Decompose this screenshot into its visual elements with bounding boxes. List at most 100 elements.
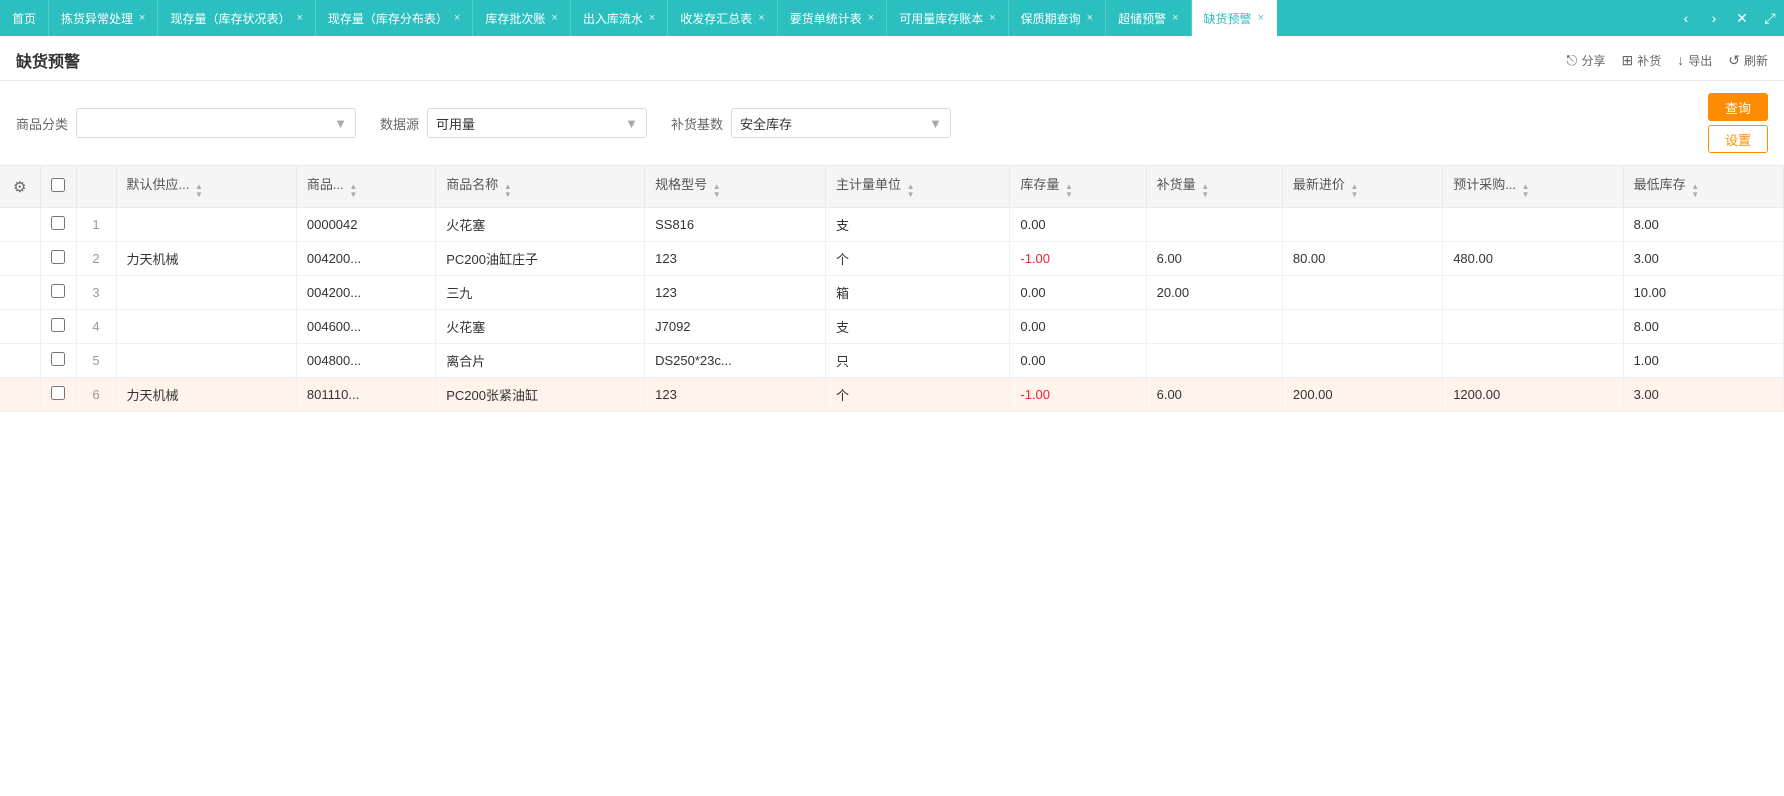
row-min-stock: 10.00	[1623, 276, 1783, 310]
row-checkbox-cell[interactable]	[40, 276, 76, 310]
close-icon[interactable]: ×	[1172, 12, 1178, 24]
page-title: 缺货预警	[16, 48, 80, 72]
tab-inout-flow[interactable]: 出入库流水 ×	[571, 0, 668, 36]
column-product-code[interactable]: 商品... ▲▼	[296, 166, 435, 208]
row-min-stock: 3.00	[1623, 242, 1783, 276]
tab-overstock-warning[interactable]: 超储预警 ×	[1106, 0, 1191, 36]
table-row: 1 0000042 火花塞 SS816 支 0.00 8.00	[0, 208, 1784, 242]
column-product-name[interactable]: 商品名称 ▲▼	[436, 166, 645, 208]
tab-requisition-stats[interactable]: 要货单统计表 ×	[778, 0, 887, 36]
replenish-button[interactable]: ⊞ 补货	[1621, 52, 1661, 69]
export-icon: ↓	[1677, 52, 1684, 68]
close-icon[interactable]: ×	[139, 12, 145, 24]
select-all-checkbox[interactable]	[51, 178, 65, 192]
row-estimated-purchase	[1443, 276, 1623, 310]
refresh-icon: ↺	[1728, 52, 1740, 69]
tab-stock-status[interactable]: 现存量（库存状况表） ×	[158, 0, 315, 36]
row-min-stock: 8.00	[1623, 208, 1783, 242]
row-stock: 0.00	[1010, 208, 1146, 242]
close-icon[interactable]: ×	[1087, 12, 1093, 24]
row-checkbox[interactable]	[51, 318, 65, 332]
query-button[interactable]: 查询	[1708, 93, 1768, 121]
row-checkbox[interactable]	[51, 284, 65, 298]
row-unit: 个	[825, 242, 1009, 276]
row-checkbox[interactable]	[51, 250, 65, 264]
sort-arrows-icon: ▲▼	[1522, 183, 1530, 199]
filter-row: 商品分类 ▼ 数据源 可用量 ▼ 补货基数 安全库存 ▼ 查询 设置	[0, 81, 1784, 166]
tab-batch-account[interactable]: 库存批次账 ×	[473, 0, 570, 36]
row-spec: SS816	[645, 208, 826, 242]
row-unit: 个	[825, 378, 1009, 412]
refresh-button[interactable]: ↺ 刷新	[1728, 52, 1768, 69]
category-label: 商品分类	[16, 114, 68, 133]
sort-arrows-icon: ▲▼	[1350, 183, 1358, 199]
tab-home[interactable]: 首页	[0, 0, 49, 36]
column-settings[interactable]: ⚙	[0, 166, 40, 208]
datasource-select[interactable]: 可用量 ▼	[427, 108, 647, 138]
row-checkbox[interactable]	[51, 216, 65, 230]
datasource-value: 可用量	[436, 114, 475, 133]
row-checkbox-cell[interactable]	[40, 310, 76, 344]
tab-expiry-query[interactable]: 保质期查询 ×	[1009, 0, 1106, 36]
sort-arrows-icon: ▲▼	[713, 183, 721, 199]
row-stock: -1.00	[1010, 378, 1146, 412]
close-icon[interactable]: ×	[758, 12, 764, 24]
row-checkbox-cell[interactable]	[40, 344, 76, 378]
row-min-stock: 1.00	[1623, 344, 1783, 378]
table-body: 1 0000042 火花塞 SS816 支 0.00 8.00 2 力天机械 0…	[0, 208, 1784, 412]
column-unit[interactable]: 主计量单位 ▲▼	[825, 166, 1009, 208]
column-min-stock[interactable]: 最低库存 ▲▼	[1623, 166, 1783, 208]
row-product-code: 004800...	[296, 344, 435, 378]
row-min-stock: 8.00	[1623, 310, 1783, 344]
row-min-stock: 3.00	[1623, 378, 1783, 412]
column-latest-price[interactable]: 最新进价 ▲▼	[1282, 166, 1442, 208]
replenish-basis-select[interactable]: 安全库存 ▼	[731, 108, 951, 138]
row-number: 6	[76, 378, 116, 412]
settings-button[interactable]: 设置	[1708, 125, 1768, 153]
column-stock[interactable]: 库存量 ▲▼	[1010, 166, 1146, 208]
column-checkbox[interactable]	[40, 166, 76, 208]
row-unit: 只	[825, 344, 1009, 378]
column-spec[interactable]: 规格型号 ▲▼	[645, 166, 826, 208]
tab-available-ledger[interactable]: 可用量库存账本 ×	[887, 0, 1008, 36]
close-icon[interactable]: ×	[296, 12, 302, 24]
row-estimated-purchase: 480.00	[1443, 242, 1623, 276]
row-latest-price	[1282, 310, 1442, 344]
tab-next-button[interactable]: ›	[1700, 0, 1728, 36]
gear-icon[interactable]: ⚙	[13, 179, 26, 196]
tab-prev-button[interactable]: ‹	[1672, 0, 1700, 36]
tab-receive-summary[interactable]: 收发存汇总表 ×	[668, 0, 777, 36]
row-number: 4	[76, 310, 116, 344]
tab-maximize-button[interactable]: ⤢	[1756, 0, 1784, 36]
row-settings-cell	[0, 378, 40, 412]
close-icon[interactable]: ×	[1258, 12, 1264, 24]
close-icon[interactable]: ×	[454, 12, 460, 24]
column-replenish-qty[interactable]: 补货量 ▲▼	[1146, 166, 1282, 208]
row-spec: J7092	[645, 310, 826, 344]
row-supplier	[116, 310, 296, 344]
row-checkbox[interactable]	[51, 352, 65, 366]
close-icon[interactable]: ×	[551, 12, 557, 24]
filter-datasource-group: 数据源 可用量 ▼	[380, 108, 647, 138]
row-product-code: 004600...	[296, 310, 435, 344]
column-estimated-purchase[interactable]: 预计采购... ▲▼	[1443, 166, 1623, 208]
tab-stock-distribution[interactable]: 现存量（库存分布表） ×	[316, 0, 473, 36]
share-button[interactable]: ⎋ 分享	[1566, 52, 1605, 69]
row-checkbox-cell[interactable]	[40, 378, 76, 412]
column-default-supplier[interactable]: 默认供应... ▲▼	[116, 166, 296, 208]
tab-close-button[interactable]: ✕	[1728, 0, 1756, 36]
export-button[interactable]: ↓ 导出	[1677, 52, 1712, 69]
row-checkbox[interactable]	[51, 386, 65, 400]
tab-picking-exception[interactable]: 拣货异常处理 ×	[49, 0, 158, 36]
close-icon[interactable]: ×	[989, 12, 995, 24]
row-stock: 0.00	[1010, 310, 1146, 344]
row-checkbox-cell[interactable]	[40, 208, 76, 242]
table-row: 2 力天机械 004200... PC200油缸庄子 123 个 -1.00 6…	[0, 242, 1784, 276]
category-select[interactable]: ▼	[76, 108, 356, 138]
close-icon[interactable]: ×	[868, 12, 874, 24]
close-icon[interactable]: ×	[649, 12, 655, 24]
filter-actions: 查询 设置	[1708, 93, 1768, 153]
row-checkbox-cell[interactable]	[40, 242, 76, 276]
tab-nav-buttons: ‹ › ✕ ⤢	[1672, 0, 1784, 36]
tab-shortage-warning[interactable]: 缺货预警 ×	[1192, 0, 1277, 36]
